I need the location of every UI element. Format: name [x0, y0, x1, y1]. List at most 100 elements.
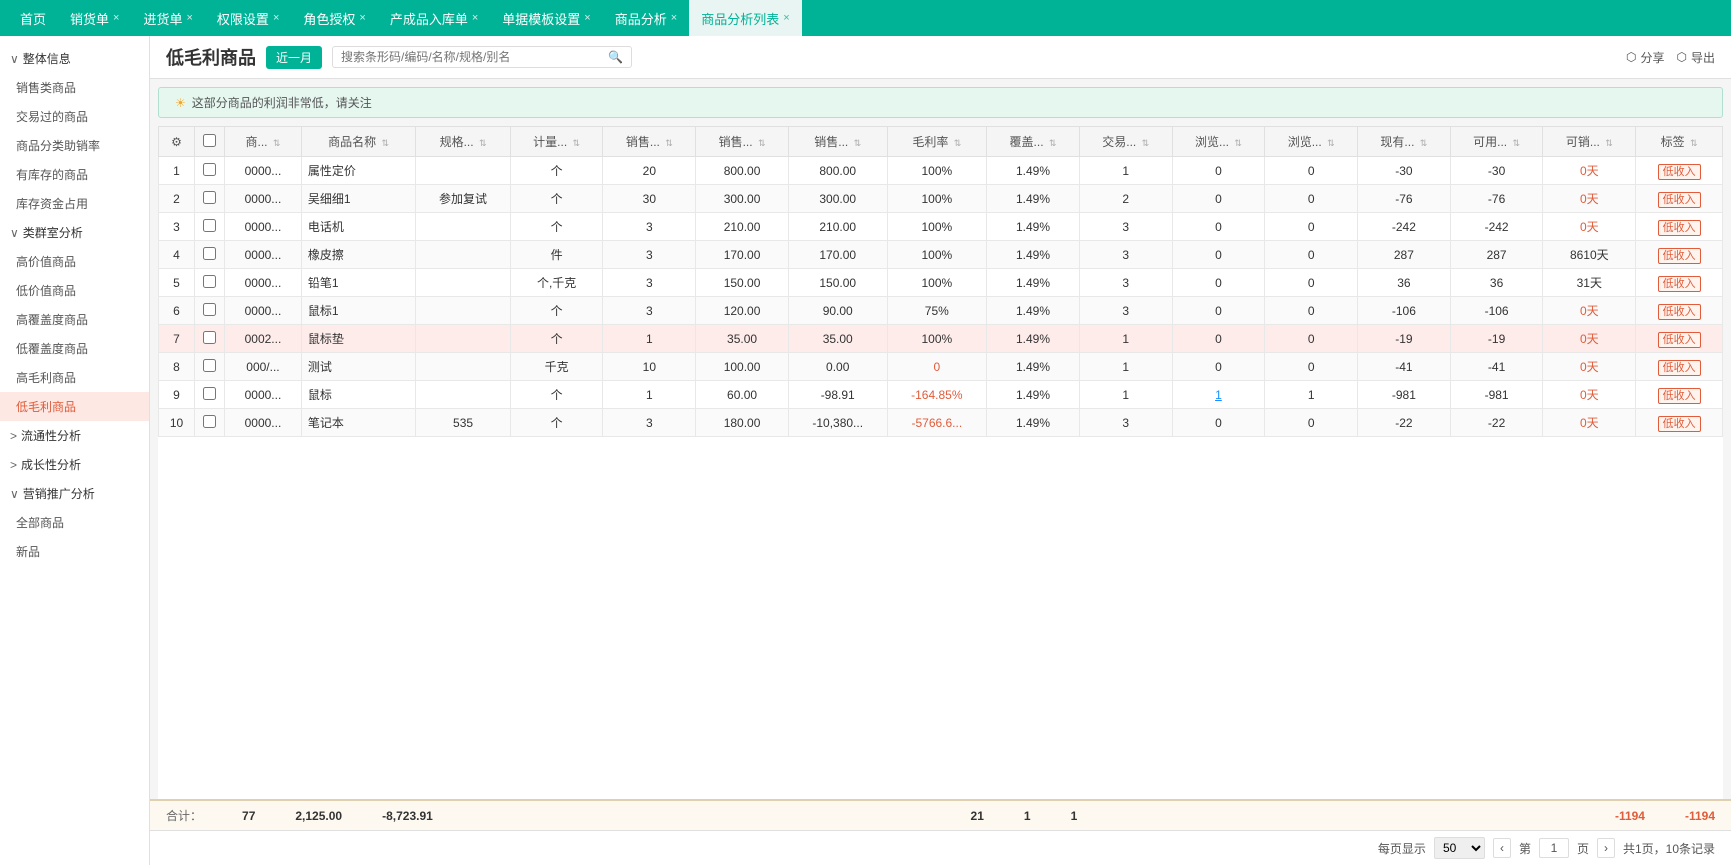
sort-code-icon[interactable]: ⇅: [273, 138, 281, 148]
sort-browse2-icon[interactable]: ⇅: [1327, 138, 1335, 148]
col-current-stock[interactable]: 现有... ⇅: [1358, 127, 1451, 157]
sidebar-item-new-goods[interactable]: 新品: [0, 537, 149, 566]
row-checkbox[interactable]: [195, 325, 225, 353]
row-checkbox[interactable]: [195, 185, 225, 213]
sidebar-group-marketing[interactable]: ∨ 营销推广分析: [0, 479, 149, 508]
sidebar-item-stock-goods[interactable]: 有库存的商品: [0, 160, 149, 189]
col-sales-price[interactable]: 销售... ⇅: [696, 127, 789, 157]
col-browse2[interactable]: 浏览... ⇅: [1265, 127, 1358, 157]
close-analysis-list-icon[interactable]: ×: [783, 12, 789, 24]
close-purchase-icon[interactable]: ×: [186, 12, 192, 24]
sort-trade-icon[interactable]: ⇅: [1142, 138, 1150, 148]
sidebar-item-low-value[interactable]: 低价值商品: [0, 276, 149, 305]
nav-sales[interactable]: 销货单 ×: [58, 0, 131, 36]
sidebar-item-low-margin[interactable]: 低毛利商品: [0, 392, 149, 421]
sort-tag-icon[interactable]: ⇅: [1690, 138, 1698, 148]
sort-sales-amount-icon[interactable]: ⇅: [854, 138, 862, 148]
close-template-icon[interactable]: ×: [584, 12, 590, 24]
time-filter-button[interactable]: 近一月: [266, 46, 322, 69]
sort-stock-icon[interactable]: ⇅: [1420, 138, 1428, 148]
row-index: 7: [159, 325, 195, 353]
sidebar-item-sales-goods[interactable]: 销售类商品: [0, 73, 149, 102]
sort-available-icon[interactable]: ⇅: [1513, 138, 1521, 148]
nav-home[interactable]: 首页: [8, 0, 58, 36]
row-unit: 个: [510, 185, 603, 213]
sidebar-item-traded-goods[interactable]: 交易过的商品: [0, 102, 149, 131]
sidebar-group-growth[interactable]: > 成长性分析: [0, 450, 149, 479]
col-settings[interactable]: ⚙: [159, 127, 195, 157]
close-product-entry-icon[interactable]: ×: [472, 12, 478, 24]
sidebar-item-category-sales[interactable]: 商品分类助销率: [0, 131, 149, 160]
col-sales-qty[interactable]: 销售... ⇅: [603, 127, 696, 157]
next-page-button[interactable]: ›: [1597, 838, 1615, 858]
sidebar-group-cluster[interactable]: ∨ 类群室分析: [0, 218, 149, 247]
share-button[interactable]: ⬡ 分享: [1626, 49, 1665, 66]
sort-sales-price-icon[interactable]: ⇅: [758, 138, 766, 148]
nav-purchase[interactable]: 进货单 ×: [131, 0, 204, 36]
row-browse1: 0: [1172, 213, 1265, 241]
row-checkbox[interactable]: [195, 269, 225, 297]
row-current-stock: -22: [1358, 409, 1451, 437]
nav-template-settings[interactable]: 单据模板设置 ×: [490, 0, 602, 36]
sidebar-item-all-goods[interactable]: 全部商品: [0, 508, 149, 537]
sidebar-item-high-coverage[interactable]: 高覆盖度商品: [0, 305, 149, 334]
per-page-select[interactable]: 50 100 200: [1434, 837, 1485, 859]
sidebar-item-stock-capital[interactable]: 库存资金占用: [0, 189, 149, 218]
row-coverage: 1.49%: [987, 353, 1080, 381]
row-checkbox[interactable]: [195, 353, 225, 381]
col-sellable[interactable]: 可销... ⇅: [1543, 127, 1636, 157]
col-gross-rate[interactable]: 毛利率 ⇅: [887, 127, 987, 157]
sidebar-group-circulation[interactable]: > 流通性分析: [0, 421, 149, 450]
col-code[interactable]: 商... ⇅: [225, 127, 302, 157]
sort-name-icon[interactable]: ⇅: [382, 138, 390, 148]
nav-product-entry[interactable]: 产成品入库单 ×: [378, 0, 490, 36]
row-checkbox[interactable]: [195, 381, 225, 409]
sort-sales-qty-icon[interactable]: ⇅: [665, 138, 673, 148]
row-sales-qty: 3: [603, 269, 696, 297]
nav-analysis-list[interactable]: 商品分析列表 ×: [689, 0, 801, 36]
row-checkbox[interactable]: [195, 157, 225, 185]
col-sales-amount[interactable]: 销售... ⇅: [788, 127, 887, 157]
nav-roles[interactable]: 角色授权 ×: [291, 0, 377, 36]
sidebar-item-low-coverage[interactable]: 低覆盖度商品: [0, 334, 149, 363]
close-sales-icon[interactable]: ×: [113, 12, 119, 24]
row-checkbox[interactable]: [195, 409, 225, 437]
sort-unit-icon[interactable]: ⇅: [573, 138, 581, 148]
col-available[interactable]: 可用... ⇅: [1450, 127, 1543, 157]
col-spec[interactable]: 规格... ⇅: [416, 127, 510, 157]
sidebar-item-high-margin[interactable]: 高毛利商品: [0, 363, 149, 392]
col-browse1[interactable]: 浏览... ⇅: [1172, 127, 1265, 157]
row-checkbox[interactable]: [195, 297, 225, 325]
prev-page-button[interactable]: ‹: [1493, 838, 1511, 858]
close-permissions-icon[interactable]: ×: [273, 12, 279, 24]
row-browse1: 0: [1172, 353, 1265, 381]
search-box[interactable]: 🔍: [332, 46, 632, 68]
page-suffix: 页: [1577, 840, 1589, 857]
search-icon[interactable]: 🔍: [608, 50, 623, 64]
sidebar-item-high-value[interactable]: 高价值商品: [0, 247, 149, 276]
sort-spec-icon[interactable]: ⇅: [479, 138, 487, 148]
close-analysis-icon[interactable]: ×: [671, 12, 677, 24]
row-checkbox[interactable]: [195, 213, 225, 241]
sidebar-group-overall[interactable]: ∨ 整体信息: [0, 44, 149, 73]
col-unit[interactable]: 计量... ⇅: [510, 127, 603, 157]
row-browse1[interactable]: 1: [1172, 381, 1265, 409]
nav-permissions[interactable]: 权限设置 ×: [205, 0, 291, 36]
col-coverage[interactable]: 覆盖... ⇅: [987, 127, 1080, 157]
sort-coverage-icon[interactable]: ⇅: [1049, 138, 1057, 148]
close-roles-icon[interactable]: ×: [359, 12, 365, 24]
nav-product-analysis[interactable]: 商品分析 ×: [603, 0, 689, 36]
select-all-checkbox[interactable]: [203, 134, 216, 147]
row-checkbox[interactable]: [195, 241, 225, 269]
search-input[interactable]: [341, 50, 608, 64]
sort-browse1-icon[interactable]: ⇅: [1234, 138, 1242, 148]
col-checkbox[interactable]: [195, 127, 225, 157]
row-sales-price: 180.00: [696, 409, 789, 437]
sort-sellable-icon[interactable]: ⇅: [1605, 138, 1613, 148]
sort-gross-icon[interactable]: ⇅: [954, 138, 962, 148]
row-current-stock: -19: [1358, 325, 1451, 353]
col-trade[interactable]: 交易... ⇅: [1079, 127, 1172, 157]
col-name[interactable]: 商品名称 ⇅: [301, 127, 415, 157]
export-button[interactable]: ⬡ 导出: [1677, 49, 1716, 66]
col-tag[interactable]: 标签 ⇅: [1636, 127, 1723, 157]
